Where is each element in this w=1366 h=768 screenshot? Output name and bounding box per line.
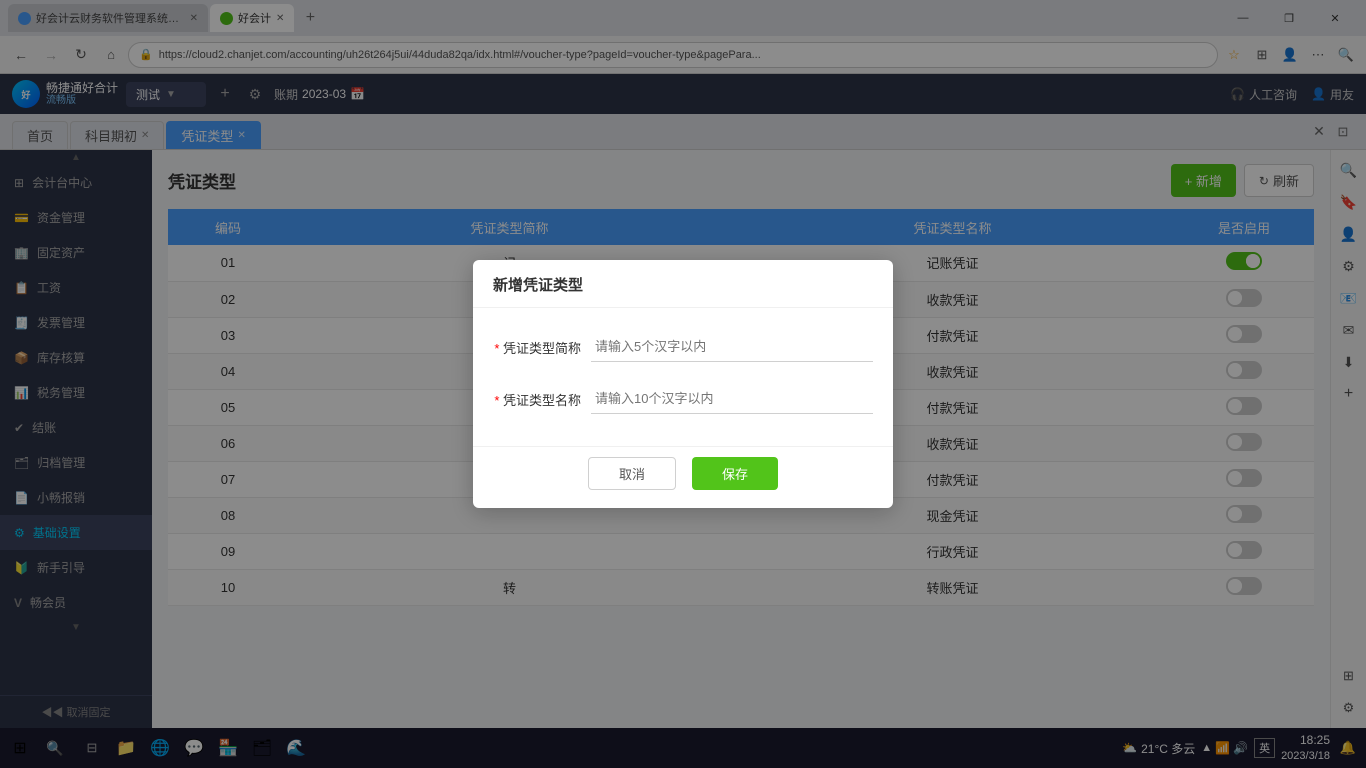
abbr-label: * 凭证类型简称 — [493, 338, 581, 357]
form-row-name: * 凭证类型名称 — [493, 384, 873, 414]
modal-body: * 凭证类型简称 * 凭证类型名称 — [473, 308, 893, 446]
name-label: * 凭证类型名称 — [493, 390, 581, 409]
cancel-button[interactable]: 取消 — [588, 457, 676, 490]
save-button[interactable]: 保存 — [692, 457, 778, 490]
form-row-abbr: * 凭证类型简称 — [493, 332, 873, 362]
required-star2: * — [494, 393, 503, 408]
abbr-input[interactable] — [591, 332, 873, 362]
modal-overlay: 新增凭证类型 * 凭证类型简称 * 凭证类型名称 取消 保存 — [0, 0, 1366, 768]
modal-header: 新增凭证类型 — [473, 260, 893, 308]
name-input[interactable] — [591, 384, 873, 414]
modal-footer: 取消 保存 — [473, 446, 893, 508]
modal: 新增凭证类型 * 凭证类型简称 * 凭证类型名称 取消 保存 — [473, 260, 893, 508]
required-star: * — [494, 341, 503, 356]
